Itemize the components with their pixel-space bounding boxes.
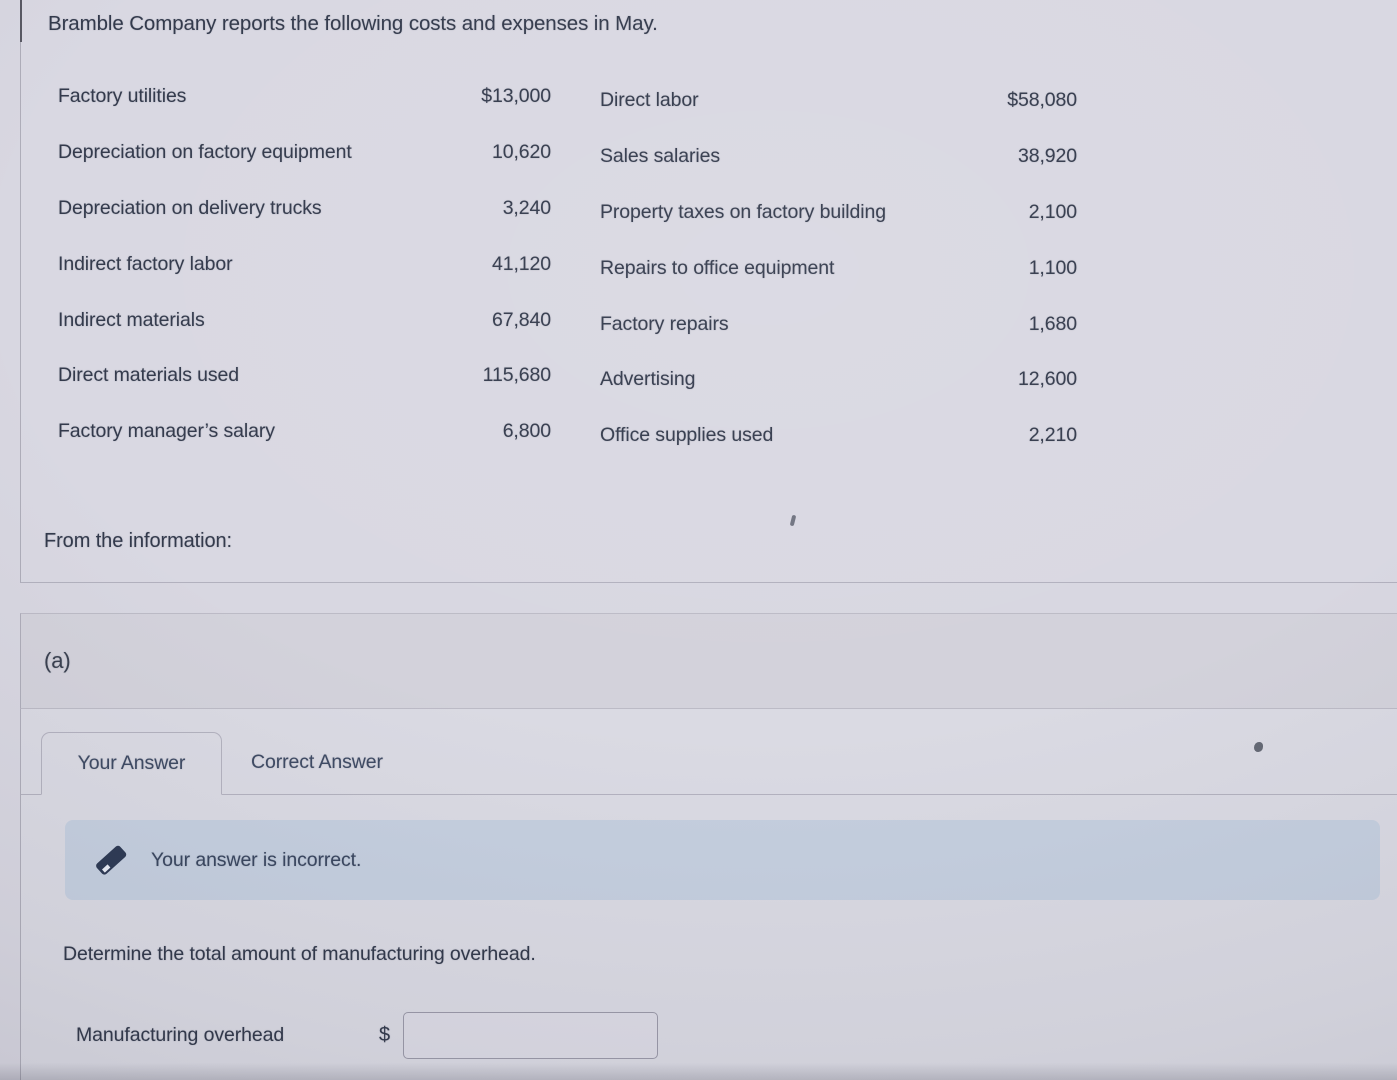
problem-outro: From the information:	[44, 529, 232, 552]
cost-item-value: 2,210	[1028, 424, 1077, 447]
cost-item-label: Direct labor	[600, 89, 699, 112]
manufacturing-overhead-input[interactable]	[403, 1011, 659, 1059]
tab-correct-answer-label: Correct Answer	[251, 751, 383, 773]
cost-item-value: 41,120	[491, 252, 551, 275]
answer-tabs: Your Answer Correct Answer	[21, 709, 1397, 795]
cost-item-value: 67,840	[491, 308, 551, 331]
part-a-header: (a)	[20, 613, 1397, 709]
page: Bramble Company reports the following co…	[0, 0, 1397, 1080]
answer-card: Your Answer Correct Answer Your answer i…	[20, 709, 1397, 1080]
cost-item-label: Depreciation on factory equipment	[58, 141, 352, 164]
cost-item-label: Factory manager’s salary	[58, 420, 275, 443]
cost-item-label: Office supplies used	[600, 424, 774, 447]
cost-item-value: 12,600	[1017, 368, 1077, 391]
cost-item-value: 1,680	[1028, 312, 1077, 335]
cost-item-value: $13,000	[481, 85, 551, 108]
alert-message: Your answer is incorrect.	[151, 848, 362, 871]
cost-item-label: Direct materials used	[58, 364, 240, 387]
cost-item-value: 3,240	[502, 196, 551, 219]
cost-item-label: Factory repairs	[600, 312, 729, 335]
incorrect-answer-alert: Your answer is incorrect.	[65, 820, 1380, 900]
cost-item-label: Advertising	[600, 368, 696, 391]
part-a-label: (a)	[44, 648, 71, 673]
manufacturing-overhead-label: Manufacturing overhead	[76, 1023, 285, 1046]
cost-item-value: 1,100	[1028, 256, 1077, 279]
problem-card: Bramble Company reports the following co…	[20, 0, 1397, 583]
cost-item-label: Property taxes on factory building	[600, 200, 887, 223]
task-prompt: Determine the total amount of manufactur…	[63, 943, 536, 965]
cost-item-value: 10,620	[491, 141, 551, 164]
eraser-icon	[96, 845, 127, 875]
problem-intro: Bramble Company reports the following co…	[48, 12, 658, 35]
tab-your-answer-label: Your Answer	[77, 752, 186, 774]
cost-item-label: Factory utilities	[58, 85, 187, 108]
cost-item-value: $58,080	[1007, 89, 1077, 112]
tab-your-answer[interactable]: Your Answer	[41, 732, 222, 795]
cost-item-label: Repairs to office equipment	[600, 256, 835, 279]
cost-item-label: Sales salaries	[600, 145, 720, 168]
costs-table: Factory utilities $13,000 Direct labor $58,…	[58, 69, 1397, 460]
cost-item-value: 115,680	[482, 364, 551, 387]
cost-item-label: Depreciation on delivery trucks	[58, 196, 322, 219]
cost-item-value: 6,800	[502, 420, 551, 443]
cost-item-label: Indirect materials	[58, 308, 205, 331]
cost-item-value: 2,100	[1028, 200, 1077, 223]
cost-item-value: 38,920	[1017, 145, 1077, 168]
currency-symbol: $	[379, 1023, 391, 1046]
cost-item-label: Indirect factory labor	[58, 252, 233, 275]
tab-correct-answer[interactable]: Correct Answer	[224, 731, 410, 794]
answer-row: Manufacturing overhead $	[76, 1011, 1397, 1059]
